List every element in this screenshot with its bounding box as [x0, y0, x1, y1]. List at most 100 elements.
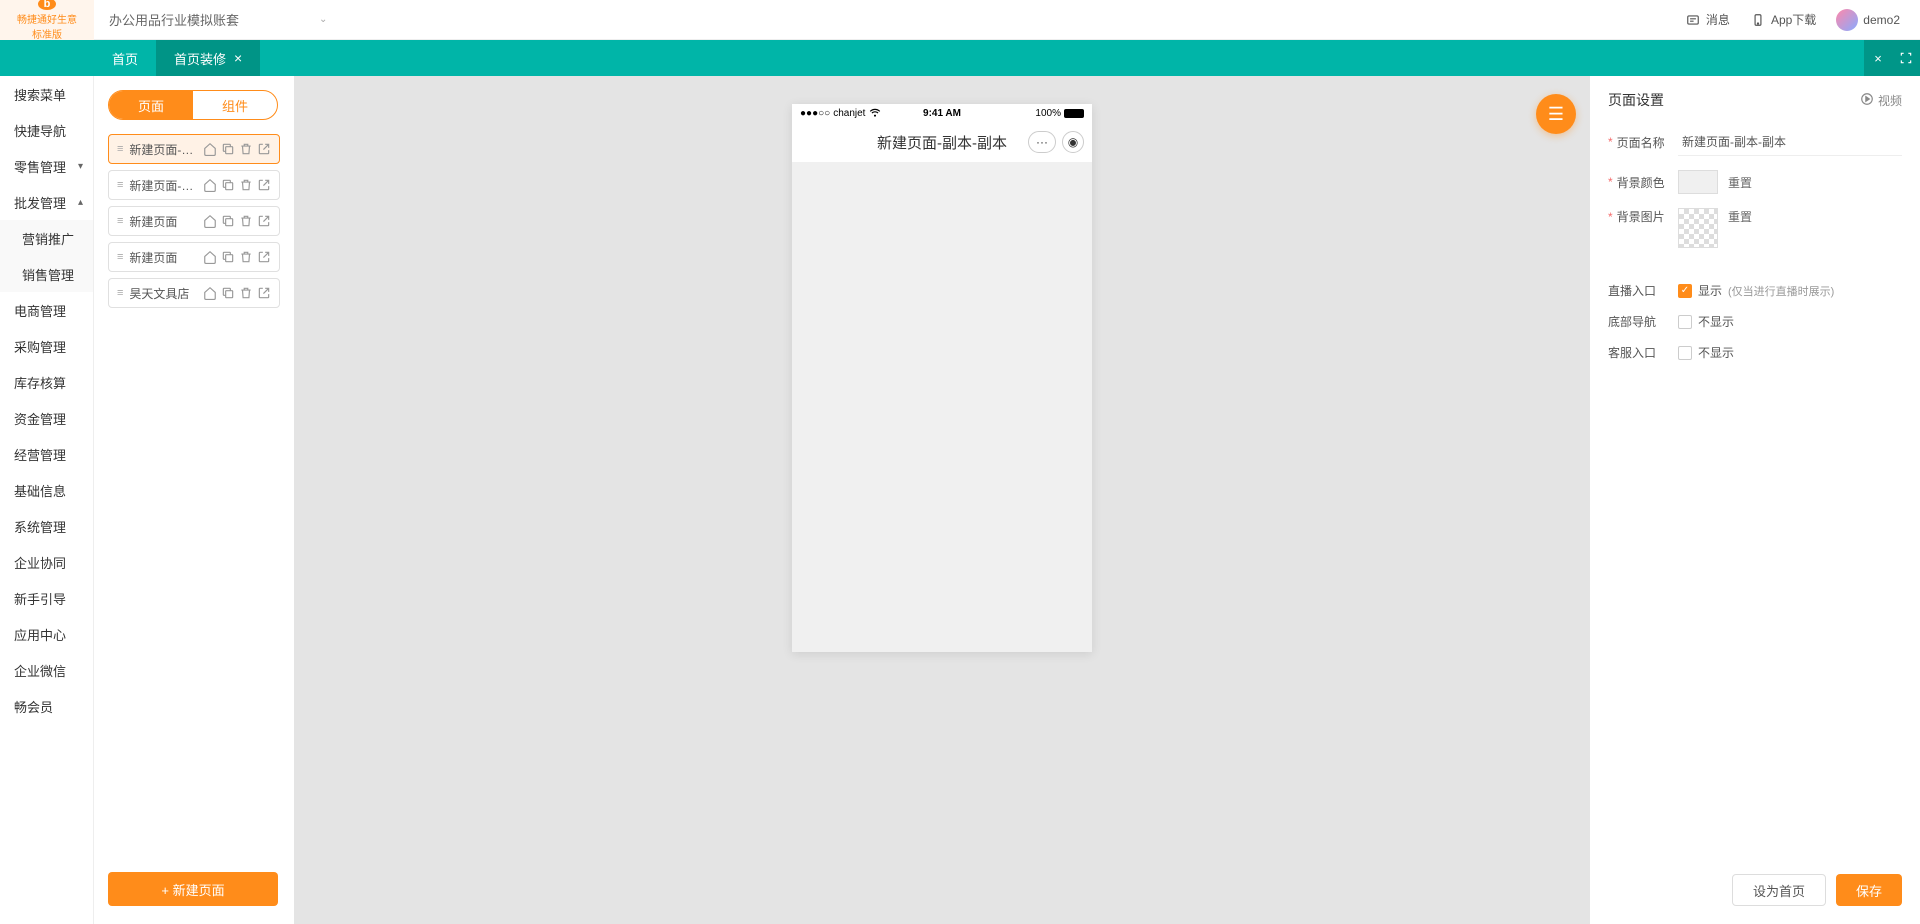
page-item[interactable]: ≡ 昊天文具店: [108, 278, 280, 308]
live-checkbox[interactable]: ✓: [1678, 284, 1692, 298]
top-header: b 畅捷通好生意 标准版 办公用品行业模拟账套 ⌄ 消息 App下载 demo2: [0, 0, 1920, 40]
top-right: 消息 App下载 demo2: [1685, 9, 1920, 31]
tab-bar: 首页 首页装修 × ×: [0, 40, 1920, 76]
drag-handle-icon[interactable]: ≡: [117, 143, 123, 155]
copy-icon[interactable]: [221, 214, 235, 228]
external-link-icon[interactable]: [257, 286, 271, 300]
name-label: 页面名称: [1617, 134, 1665, 151]
external-link-icon[interactable]: [257, 142, 271, 156]
phone-title: 新建页面-副本-副本: [877, 132, 1007, 153]
delete-icon[interactable]: [239, 286, 253, 300]
new-page-button[interactable]: + 新建页面: [108, 872, 278, 906]
set-home-button[interactable]: 设为首页: [1732, 874, 1826, 906]
home-icon[interactable]: [203, 142, 217, 156]
close-all-button[interactable]: ×: [1864, 40, 1892, 76]
image-swatch[interactable]: [1678, 208, 1718, 248]
account-dropdown[interactable]: 办公用品行业模拟账套 ⌄: [109, 10, 327, 29]
carrier-label: chanjet: [833, 108, 865, 119]
sidebar-item-basicinfo[interactable]: 基础信息: [0, 472, 93, 508]
page-item-name: 新建页面-副本...: [129, 141, 203, 158]
drag-handle-icon[interactable]: ≡: [117, 287, 123, 299]
sidebar-item-inventory[interactable]: 库存核算: [0, 364, 93, 400]
tab-switch-page[interactable]: 页面: [109, 91, 193, 119]
fab-menu-button[interactable]: ☰: [1536, 94, 1576, 134]
sidebar-item-sales[interactable]: 销售管理: [0, 256, 93, 292]
close-icon[interactable]: ×: [234, 50, 242, 66]
home-icon[interactable]: [203, 250, 217, 264]
sidebar-item-appcenter[interactable]: 应用中心: [0, 616, 93, 652]
sidebar-item-member[interactable]: 畅会员: [0, 688, 93, 724]
drag-handle-icon[interactable]: ≡: [117, 215, 123, 227]
delete-icon[interactable]: [239, 214, 253, 228]
page-item-name: 新建页面: [129, 213, 203, 230]
sidebar-item-operation[interactable]: 经营管理: [0, 436, 93, 472]
service-checkbox[interactable]: [1678, 346, 1692, 360]
external-link-icon[interactable]: [257, 250, 271, 264]
tab-home[interactable]: 首页: [94, 40, 156, 76]
bottom-nav-label: 底部导航: [1608, 313, 1656, 330]
sidebar-item-wechat[interactable]: 企业微信: [0, 652, 93, 688]
copy-icon[interactable]: [221, 286, 235, 300]
delete-icon[interactable]: [239, 142, 253, 156]
reset-bg-image[interactable]: 重置: [1728, 208, 1752, 225]
delete-icon[interactable]: [239, 250, 253, 264]
page-item[interactable]: ≡ 新建页面-副本: [108, 170, 280, 200]
logo[interactable]: b 畅捷通好生意 标准版: [0, 0, 94, 40]
reset-bg-color[interactable]: 重置: [1728, 174, 1752, 191]
page-item[interactable]: ≡ 新建页面: [108, 206, 280, 236]
home-icon[interactable]: [203, 286, 217, 300]
home-icon[interactable]: [203, 214, 217, 228]
sidebar: 搜索菜单 快捷导航 零售管理 批发管理 营销推广 销售管理 电商管理 采购管理 …: [0, 76, 94, 924]
signal-icon: ●●●○○: [800, 108, 830, 119]
sidebar-item-guide[interactable]: 新手引导: [0, 580, 93, 616]
sidebar-item-marketing[interactable]: 营销推广: [0, 220, 93, 256]
page-item[interactable]: ≡ 新建页面-副本...: [108, 134, 280, 164]
sidebar-item-wholesale[interactable]: 批发管理: [0, 184, 93, 220]
page-item-name: 昊天文具店: [129, 285, 203, 302]
phone-preview: ●●●○○ chanjet 9:41 AM 100% 新建页面-副本-副本 ··…: [792, 104, 1092, 652]
drag-handle-icon[interactable]: ≡: [117, 179, 123, 191]
sidebar-item-purchase[interactable]: 采购管理: [0, 328, 93, 364]
tab-bar-right: ×: [1864, 40, 1920, 76]
sidebar-item-collab[interactable]: 企业协同: [0, 544, 93, 580]
sidebar-item-retail[interactable]: 零售管理: [0, 148, 93, 184]
page-item[interactable]: ≡ 新建页面: [108, 242, 280, 272]
logo-brand: 畅捷通好生意: [17, 11, 77, 26]
page-item-name: 新建页面-副本: [129, 177, 203, 194]
bottom-nav-checkbox[interactable]: [1678, 315, 1692, 329]
target-icon[interactable]: ◉: [1062, 131, 1084, 153]
chevron-down-icon: ⌄: [319, 14, 327, 25]
sidebar-item-search[interactable]: 搜索菜单: [0, 76, 93, 112]
save-button[interactable]: 保存: [1836, 874, 1902, 906]
copy-icon[interactable]: [221, 178, 235, 192]
copy-icon[interactable]: [221, 142, 235, 156]
sidebar-item-funds[interactable]: 资金管理: [0, 400, 93, 436]
live-show-label: 显示: [1698, 282, 1722, 299]
sidebar-item-ecommerce[interactable]: 电商管理: [0, 292, 93, 328]
app-download-link[interactable]: App下载: [1750, 11, 1816, 28]
bg-image-label: 背景图片: [1617, 208, 1665, 225]
copy-icon[interactable]: [221, 250, 235, 264]
home-icon[interactable]: [203, 178, 217, 192]
color-swatch[interactable]: [1678, 170, 1718, 194]
delete-icon[interactable]: [239, 178, 253, 192]
drag-handle-icon[interactable]: ≡: [117, 251, 123, 263]
external-link-icon[interactable]: [257, 178, 271, 192]
tab-home-decor[interactable]: 首页装修 ×: [156, 40, 260, 76]
settings-panel: 页面设置 视频 *页面名称 *背景颜色 重置 *背景图片: [1590, 76, 1920, 924]
user-menu[interactable]: demo2: [1836, 9, 1900, 31]
account-name: 办公用品行业模拟账套: [109, 10, 239, 29]
app-icon: [1750, 12, 1766, 28]
messages-link[interactable]: 消息: [1685, 11, 1730, 28]
page-name-input[interactable]: [1678, 128, 1902, 156]
external-link-icon[interactable]: [257, 214, 271, 228]
more-icon[interactable]: ···: [1028, 131, 1056, 153]
sidebar-item-system[interactable]: 系统管理: [0, 508, 93, 544]
play-icon: [1860, 92, 1874, 109]
sidebar-item-quicknav[interactable]: 快捷导航: [0, 112, 93, 148]
phone-content[interactable]: [792, 162, 1092, 652]
video-link[interactable]: 视频: [1860, 92, 1902, 109]
fullscreen-button[interactable]: [1892, 40, 1920, 76]
tab-label: 首页: [112, 49, 138, 68]
tab-switch-component[interactable]: 组件: [193, 91, 277, 119]
